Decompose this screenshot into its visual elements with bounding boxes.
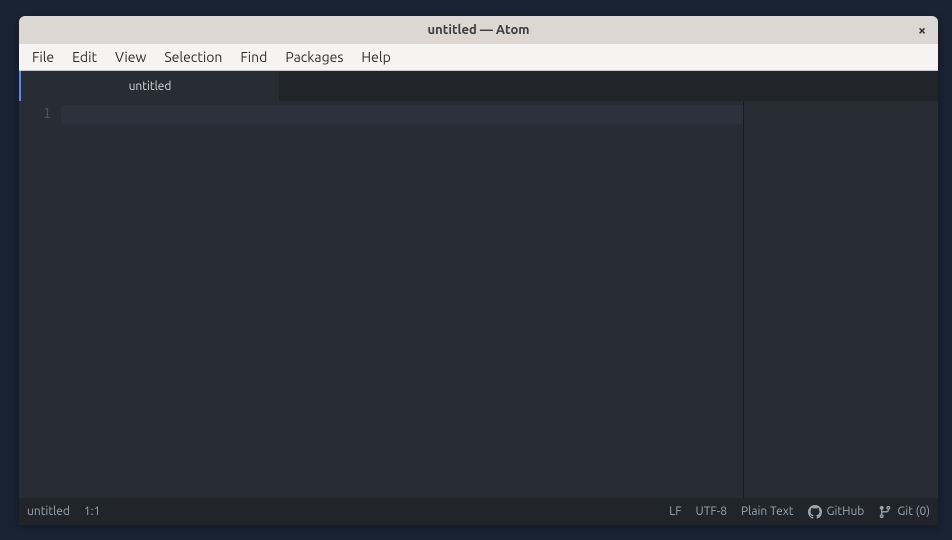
github-icon <box>808 505 822 519</box>
tab-untitled[interactable]: untitled <box>19 71 279 101</box>
status-grammar[interactable]: Plain Text <box>741 505 794 518</box>
status-cursor-position[interactable]: 1:1 <box>84 505 101 518</box>
menu-help[interactable]: Help <box>352 45 399 69</box>
editor-area: 1 <box>19 101 938 498</box>
status-filename[interactable]: untitled <box>27 505 70 518</box>
menu-file[interactable]: File <box>23 45 63 69</box>
menu-find[interactable]: Find <box>231 45 276 69</box>
tab-label: untitled <box>129 80 172 93</box>
status-right: LF UTF-8 Plain Text GitHub Git (0) <box>669 505 930 519</box>
git-branch-icon <box>878 505 892 519</box>
gutter[interactable]: 1 <box>19 101 61 498</box>
status-line-ending[interactable]: LF <box>669 505 681 518</box>
status-github-label: GitHub <box>827 505 865 518</box>
menubar: File Edit View Selection Find Packages H… <box>19 44 938 71</box>
editor-text-area[interactable] <box>61 101 743 498</box>
menu-edit[interactable]: Edit <box>63 45 106 69</box>
status-git[interactable]: Git (0) <box>878 505 930 519</box>
status-encoding[interactable]: UTF-8 <box>696 505 727 518</box>
tabbar: untitled <box>19 71 938 101</box>
status-github[interactable]: GitHub <box>808 505 865 519</box>
status-git-label: Git (0) <box>897 505 930 518</box>
atom-window: untitled — Atom × File Edit View Selecti… <box>19 16 938 525</box>
status-left: untitled 1:1 <box>27 505 100 518</box>
menu-view[interactable]: View <box>106 45 155 69</box>
current-line-highlight <box>61 105 743 124</box>
editor-content <box>61 101 938 498</box>
titlebar[interactable]: untitled — Atom × <box>19 16 938 44</box>
close-icon[interactable]: × <box>914 23 930 37</box>
editor-side-panel <box>743 101 938 498</box>
menu-selection[interactable]: Selection <box>155 45 231 69</box>
menu-packages[interactable]: Packages <box>276 45 352 69</box>
window-title: untitled — Atom <box>428 23 530 37</box>
statusbar: untitled 1:1 LF UTF-8 Plain Text GitHub … <box>19 498 938 525</box>
line-number[interactable]: 1 <box>19 105 61 124</box>
